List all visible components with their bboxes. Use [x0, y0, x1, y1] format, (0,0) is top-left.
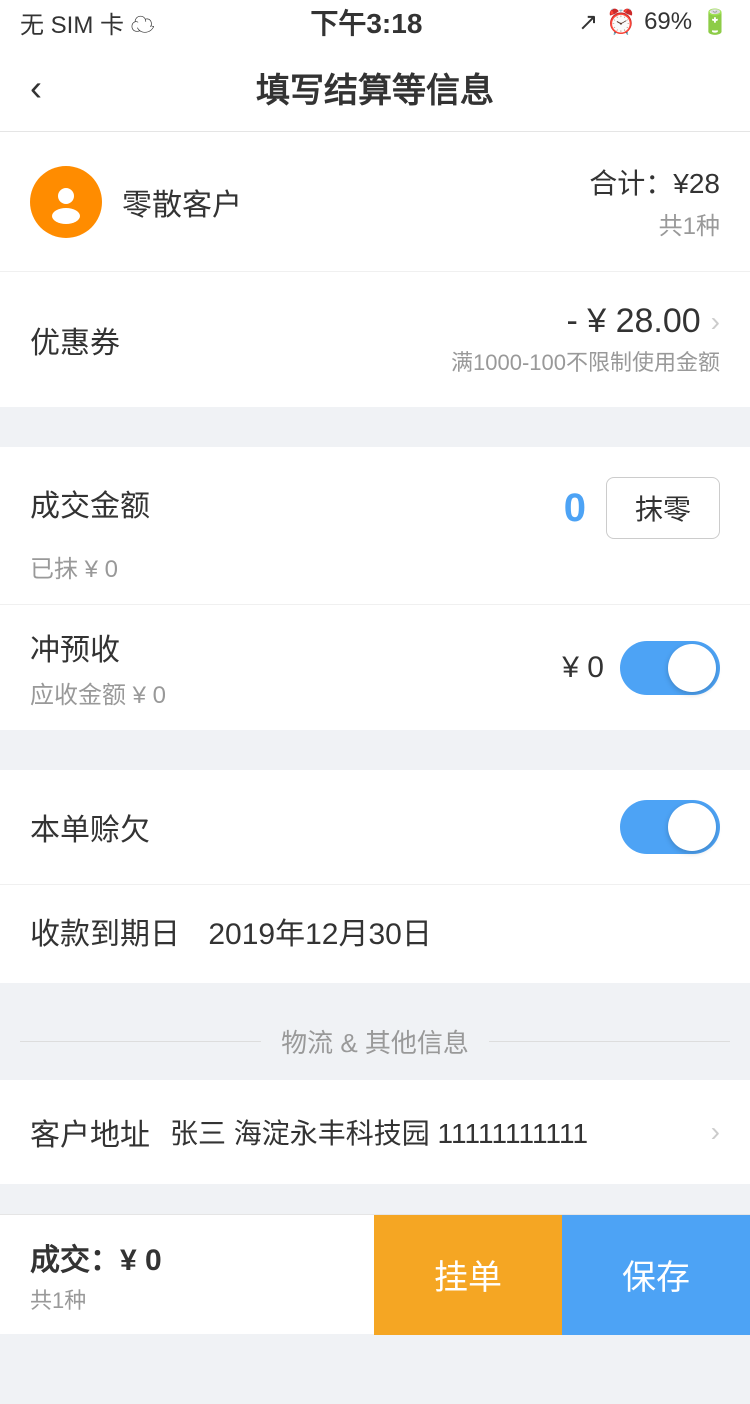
page-title: 填写结算等信息: [256, 63, 494, 112]
location-icon: ↗: [578, 8, 598, 37]
bottom-summary: 成交：¥ 0 共1种: [0, 1235, 374, 1315]
date-value: 2019年12月30日: [208, 918, 431, 951]
credit-row: 本单赊欠: [0, 770, 750, 884]
credit-label: 本单赊欠: [30, 805, 150, 849]
prepay-amount: ¥ 0: [562, 651, 604, 685]
toggle-knob: [668, 644, 716, 692]
amount-sub: 已抹 ¥ 0: [0, 549, 750, 604]
customer-section: 零散客户 合计：¥28 共1种 优惠券 - ¥ 28.00 › 满1000-10…: [0, 132, 750, 407]
coupon-chevron-icon: ›: [711, 306, 720, 338]
battery-icon: 🔋: [700, 8, 730, 37]
bottom-bar: 成交：¥ 0 共1种 挂单 保存: [0, 1214, 750, 1334]
coupon-row[interactable]: 优惠券 - ¥ 28.00 › 满1000-100不限制使用金额: [0, 271, 750, 407]
summary-count: 共1种: [30, 1283, 344, 1315]
logistics-line-right: [489, 1041, 730, 1042]
total-count: 共1种: [589, 206, 720, 241]
customer-total: 合计：¥28 共1种: [589, 162, 720, 241]
prepay-sub: 应收金额 ¥ 0: [30, 675, 166, 710]
date-label: 收款到期日: [30, 918, 180, 951]
credit-toggle[interactable]: [620, 800, 720, 854]
summary-top: 成交：¥ 0: [30, 1235, 344, 1279]
logistics-divider: 物流 & 其他信息: [0, 1003, 750, 1080]
back-button[interactable]: ‹: [30, 67, 42, 109]
credit-section: 本单赊欠 收款到期日 2019年12月30日: [0, 770, 750, 983]
address-value: 张三 海淀永丰科技园 11111111111: [170, 1112, 701, 1152]
avatar: [30, 166, 102, 238]
battery-text: 69%: [644, 8, 692, 36]
status-left: 无 SIM 卡 ☁: [20, 5, 155, 40]
amount-value: 0: [564, 486, 586, 531]
round-button[interactable]: 抹零: [606, 477, 720, 539]
credit-toggle-knob: [668, 803, 716, 851]
coupon-label: 优惠券: [30, 318, 120, 362]
gray-divider-1: [0, 427, 750, 447]
address-row[interactable]: 客户地址 张三 海淀永丰科技园 11111111111 ›: [0, 1080, 750, 1184]
status-bar: 无 SIM 卡 ☁ 下午3:18 ↗ ⏰ 69% 🔋: [0, 0, 750, 44]
address-label: 客户地址: [30, 1110, 150, 1154]
amount-right: 0 抹零: [564, 477, 720, 539]
prepay-row: 冲预收 应收金额 ¥ 0 ¥ 0: [0, 604, 750, 730]
date-row: 收款到期日 2019年12月30日: [0, 884, 750, 983]
address-section: 客户地址 张三 海淀永丰科技园 11111111111 ›: [0, 1080, 750, 1184]
alarm-icon: ⏰: [606, 8, 636, 37]
customer-left: 零散客户: [30, 166, 242, 238]
address-chevron-icon: ›: [711, 1116, 720, 1148]
summary-amount: ¥ 0: [120, 1244, 162, 1277]
gray-divider-2: [0, 750, 750, 770]
prepay-toggle[interactable]: [620, 641, 720, 695]
logistics-line-left: [20, 1041, 261, 1042]
transaction-section: 成交金额 0 抹零 已抹 ¥ 0 冲预收 应收金额 ¥ 0 ¥ 0: [0, 447, 750, 730]
status-right: ↗ ⏰ 69% 🔋: [578, 8, 730, 37]
coupon-amount: - ¥ 28.00: [566, 302, 700, 341]
customer-row: 零散客户 合计：¥28 共1种: [0, 132, 750, 271]
prepay-right: ¥ 0: [562, 641, 720, 695]
prepay-label: 冲预收: [30, 625, 166, 669]
hold-button[interactable]: 挂单: [374, 1215, 562, 1335]
save-button[interactable]: 保存: [562, 1215, 750, 1335]
prepay-left: 冲预收 应收金额 ¥ 0: [30, 625, 166, 710]
no-sim-text: 无 SIM 卡 ☁: [20, 5, 155, 40]
amount-row: 成交金额 0 抹零: [0, 447, 750, 549]
nav-bar: ‹ 填写结算等信息: [0, 44, 750, 132]
total-label: 合计：¥28: [589, 162, 720, 202]
status-time: 下午3:18: [310, 2, 422, 42]
customer-name: 零散客户: [122, 180, 242, 224]
summary-label: 成交：: [30, 1244, 120, 1277]
amount-label: 成交金额: [30, 477, 150, 537]
logistics-text: 物流 & 其他信息: [281, 1023, 469, 1060]
coupon-desc: 满1000-100不限制使用金额: [451, 345, 720, 377]
